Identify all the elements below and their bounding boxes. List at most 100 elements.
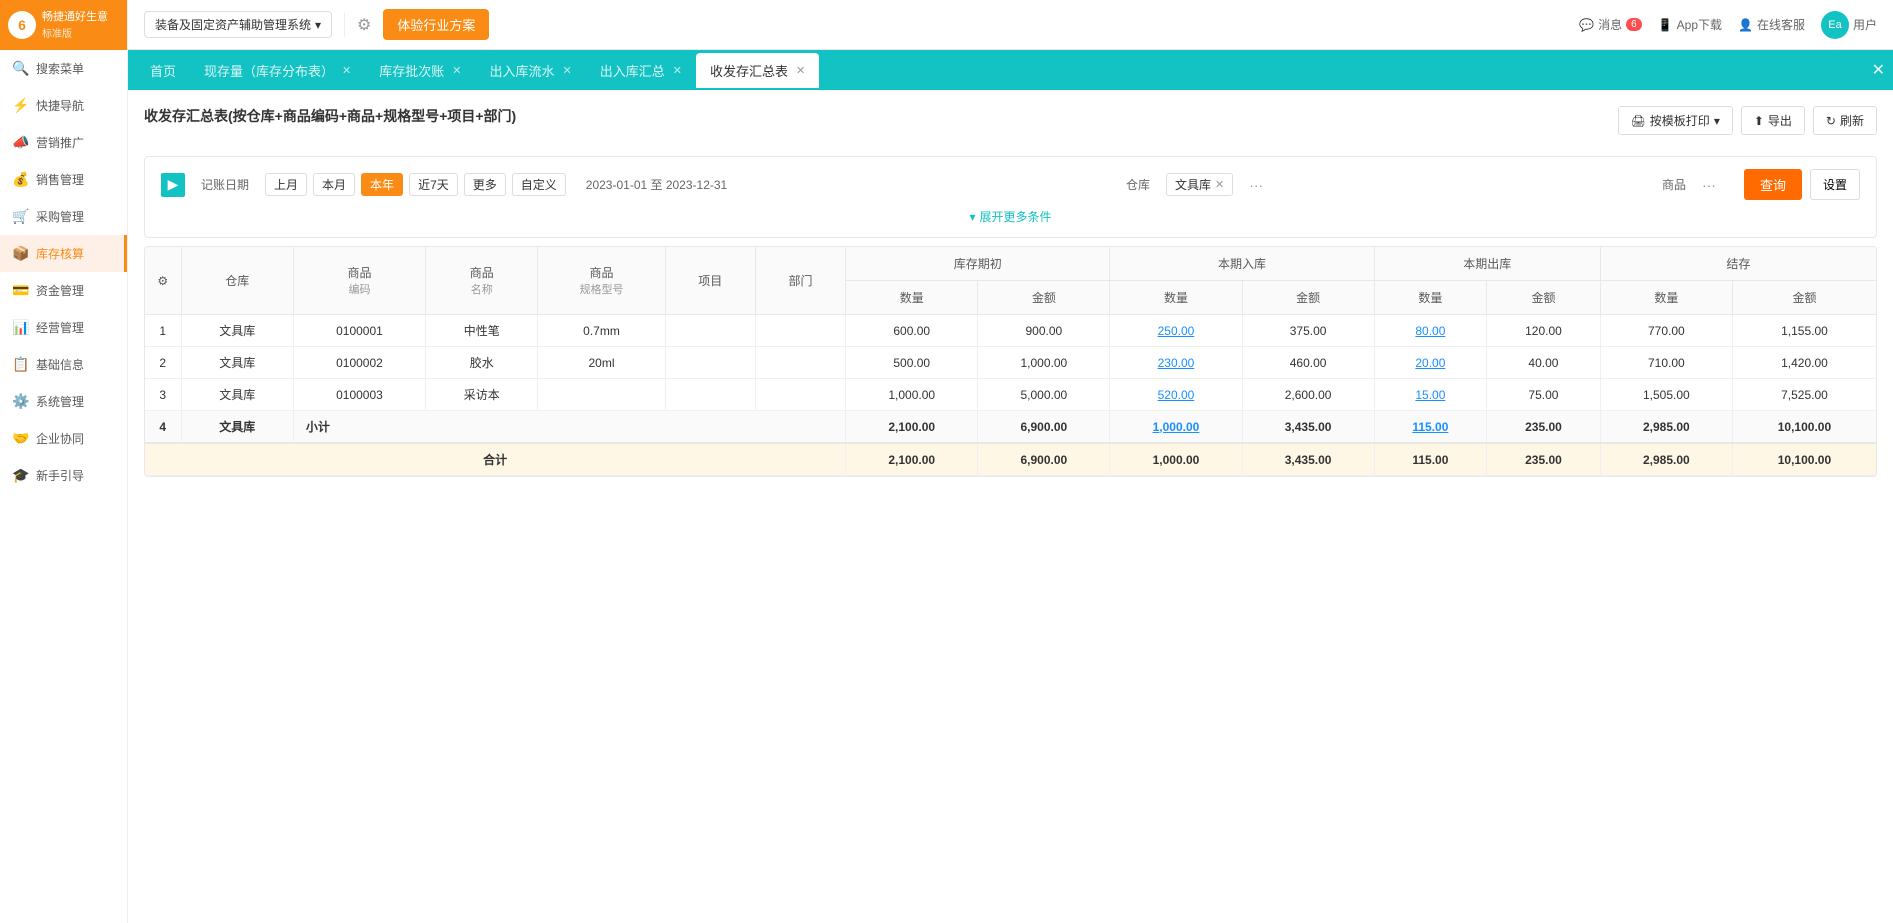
cell-opening-amount: 1,000.00 — [978, 347, 1110, 379]
date-btn-more[interactable]: 更多 — [464, 173, 506, 196]
cell-product-name: 中性笔 — [426, 315, 538, 347]
sidebar-item-8[interactable]: 📋基础信息 — [0, 346, 127, 383]
cell-warehouse: 文具库 — [181, 347, 293, 379]
settings-icon: ⚙ — [157, 274, 168, 288]
cell-product-spec: 20ml — [538, 347, 665, 379]
sidebar-icon-5: 📦 — [12, 245, 30, 262]
tab-close-2[interactable]: ✕ — [452, 64, 461, 77]
print-label: 按模板打印 — [1650, 112, 1710, 129]
experience-btn[interactable]: 体验行业方案 — [383, 9, 489, 40]
cell-balance-qty: 1,505.00 — [1600, 379, 1732, 411]
query-btn[interactable]: 查询 — [1744, 169, 1802, 200]
date-btn-7days[interactable]: 近7天 — [409, 173, 458, 196]
tab-5[interactable]: 收发存汇总表✕ — [696, 53, 819, 88]
subtotal-in-qty: 1,000.00 — [1110, 411, 1242, 444]
avatar: Ea — [1821, 11, 1849, 39]
date-btn-this-month[interactable]: 本月 — [313, 173, 355, 196]
sidebar-item-0[interactable]: 🔍搜索菜单 — [0, 50, 127, 87]
expand-filter-btn[interactable]: ▾ 展开更多条件 — [969, 208, 1051, 225]
total-row: 合计 2,100.00 6,900.00 1,000.00 3,435.00 1… — [145, 443, 1876, 476]
sidebar-item-3[interactable]: 💰销售管理 — [0, 161, 127, 198]
date-buttons: 上月 本月 本年 近7天 更多 自定义 — [265, 173, 566, 196]
total-opening-qty: 2,100.00 — [846, 443, 978, 476]
product-more-dots[interactable]: ··· — [1702, 177, 1716, 193]
print-chevron: ▾ — [1714, 114, 1720, 128]
cell-in-qty: 520.00 — [1110, 379, 1242, 411]
th-project: 项目 — [665, 247, 755, 315]
service-icon: 👤 — [1738, 18, 1753, 32]
cell-out-amount: 75.00 — [1487, 379, 1601, 411]
refresh-btn[interactable]: ↻ 刷新 — [1813, 106, 1877, 135]
cell-product-name: 采访本 — [426, 379, 538, 411]
table-row: 3 文具库 0100003 采访本 1,000.00 5,000.00 520.… — [145, 379, 1876, 411]
data-table: ⚙ 仓库 商品编码 商品名称 商品规格型号 项目 部门 库存期初 本期入库 本期… — [145, 247, 1876, 476]
gear-icon[interactable]: ⚙ — [357, 15, 371, 35]
sidebar-item-9[interactable]: ⚙️系统管理 — [0, 383, 127, 420]
topbar: 装备及固定资产辅助管理系统 ▾ ⚙ 体验行业方案 💬 消息 6 📱 App下载 … — [128, 0, 1893, 50]
cell-project — [665, 315, 755, 347]
main-area: 装备及固定资产辅助管理系统 ▾ ⚙ 体验行业方案 💬 消息 6 📱 App下载 … — [128, 0, 1893, 923]
sidebar-item-7[interactable]: 📊经营管理 — [0, 309, 127, 346]
data-table-container: ⚙ 仓库 商品编码 商品名称 商品规格型号 项目 部门 库存期初 本期入库 本期… — [144, 246, 1877, 477]
th-product-name: 商品名称 — [426, 247, 538, 315]
sidebar-item-11[interactable]: 🎓新手引导 — [0, 457, 127, 494]
settings-btn[interactable]: 设置 — [1810, 169, 1860, 200]
sidebar-item-6[interactable]: 💳资金管理 — [0, 272, 127, 309]
export-btn[interactable]: ⬆ 导出 — [1741, 106, 1805, 135]
warehouse-more-dots[interactable]: ··· — [1249, 177, 1263, 193]
sidebar-item-1[interactable]: ⚡快捷导航 — [0, 87, 127, 124]
sidebar-item-5[interactable]: 📦库存核算 — [0, 235, 127, 272]
close-all-tabs-btn[interactable]: ✕ — [1872, 60, 1885, 80]
tab-4[interactable]: 出入库汇总✕ — [586, 53, 696, 88]
online-service-item[interactable]: 👤 在线客服 — [1738, 16, 1805, 33]
th-product-spec: 商品规格型号 — [538, 247, 665, 315]
tab-0[interactable]: 首页 — [136, 53, 190, 88]
total-in-qty: 1,000.00 — [1110, 443, 1242, 476]
sidebar-item-10[interactable]: 🤝企业协同 — [0, 420, 127, 457]
filter-toggle-btn[interactable]: ▶ — [161, 173, 185, 197]
th-warehouse: 仓库 — [181, 247, 293, 315]
cell-product-name: 胶水 — [426, 347, 538, 379]
cell-out-amount: 120.00 — [1487, 315, 1601, 347]
expand-arrow: ▾ — [969, 210, 975, 224]
subtotal-balance-qty: 2,985.00 — [1600, 411, 1732, 444]
cell-product-code: 0100003 — [293, 379, 425, 411]
tab-2[interactable]: 库存批次账✕ — [365, 53, 475, 88]
sidebar-label-3: 销售管理 — [36, 171, 84, 188]
app-download-item[interactable]: 📱 App下载 — [1658, 16, 1722, 33]
total-label: 合计 — [145, 443, 846, 476]
cell-product-spec: 0.7mm — [538, 315, 665, 347]
th-gear[interactable]: ⚙ — [145, 247, 181, 315]
th-opening: 库存期初 — [846, 247, 1110, 281]
date-btn-this-year[interactable]: 本年 — [361, 173, 403, 196]
sidebar-item-4[interactable]: 🛒采购管理 — [0, 198, 127, 235]
export-icon: ⬆ — [1754, 114, 1764, 128]
user-item[interactable]: Ea 用户 — [1821, 11, 1877, 39]
sidebar-item-2[interactable]: 📣营销推广 — [0, 124, 127, 161]
tab-close-4[interactable]: ✕ — [673, 64, 682, 77]
tab-3[interactable]: 出入库流水✕ — [475, 53, 585, 88]
cell-out-amount: 40.00 — [1487, 347, 1601, 379]
th-out-qty: 数量 — [1374, 281, 1486, 315]
tab-1[interactable]: 现存量（库存分布表）✕ — [190, 53, 365, 88]
cell-balance-qty: 770.00 — [1600, 315, 1732, 347]
th-in-amount: 金额 — [1242, 281, 1374, 315]
sidebar-icon-6: 💳 — [12, 282, 30, 299]
cell-product-code: 0100001 — [293, 315, 425, 347]
warehouse-tag-close[interactable]: ✕ — [1215, 178, 1224, 191]
date-btn-last-month[interactable]: 上月 — [265, 173, 307, 196]
message-item[interactable]: 💬 消息 6 — [1579, 16, 1642, 33]
total-in-amount: 3,435.00 — [1242, 443, 1374, 476]
tab-close-3[interactable]: ✕ — [563, 64, 572, 77]
tab-close-5[interactable]: ✕ — [796, 64, 805, 77]
print-btn[interactable]: 🖨 按模板打印 ▾ — [1618, 106, 1733, 135]
system-selector[interactable]: 装备及固定资产辅助管理系统 ▾ — [144, 11, 332, 38]
subtotal-label: 小计 — [293, 411, 845, 444]
subtotal-opening-amount: 6,900.00 — [978, 411, 1110, 444]
topbar-right: 💬 消息 6 📱 App下载 👤 在线客服 Ea 用户 — [1579, 11, 1877, 39]
cell-out-qty: 80.00 — [1374, 315, 1486, 347]
date-btn-custom[interactable]: 自定义 — [512, 173, 566, 196]
total-balance-qty: 2,985.00 — [1600, 443, 1732, 476]
th-out-amount: 金额 — [1487, 281, 1601, 315]
tab-close-1[interactable]: ✕ — [342, 64, 351, 77]
